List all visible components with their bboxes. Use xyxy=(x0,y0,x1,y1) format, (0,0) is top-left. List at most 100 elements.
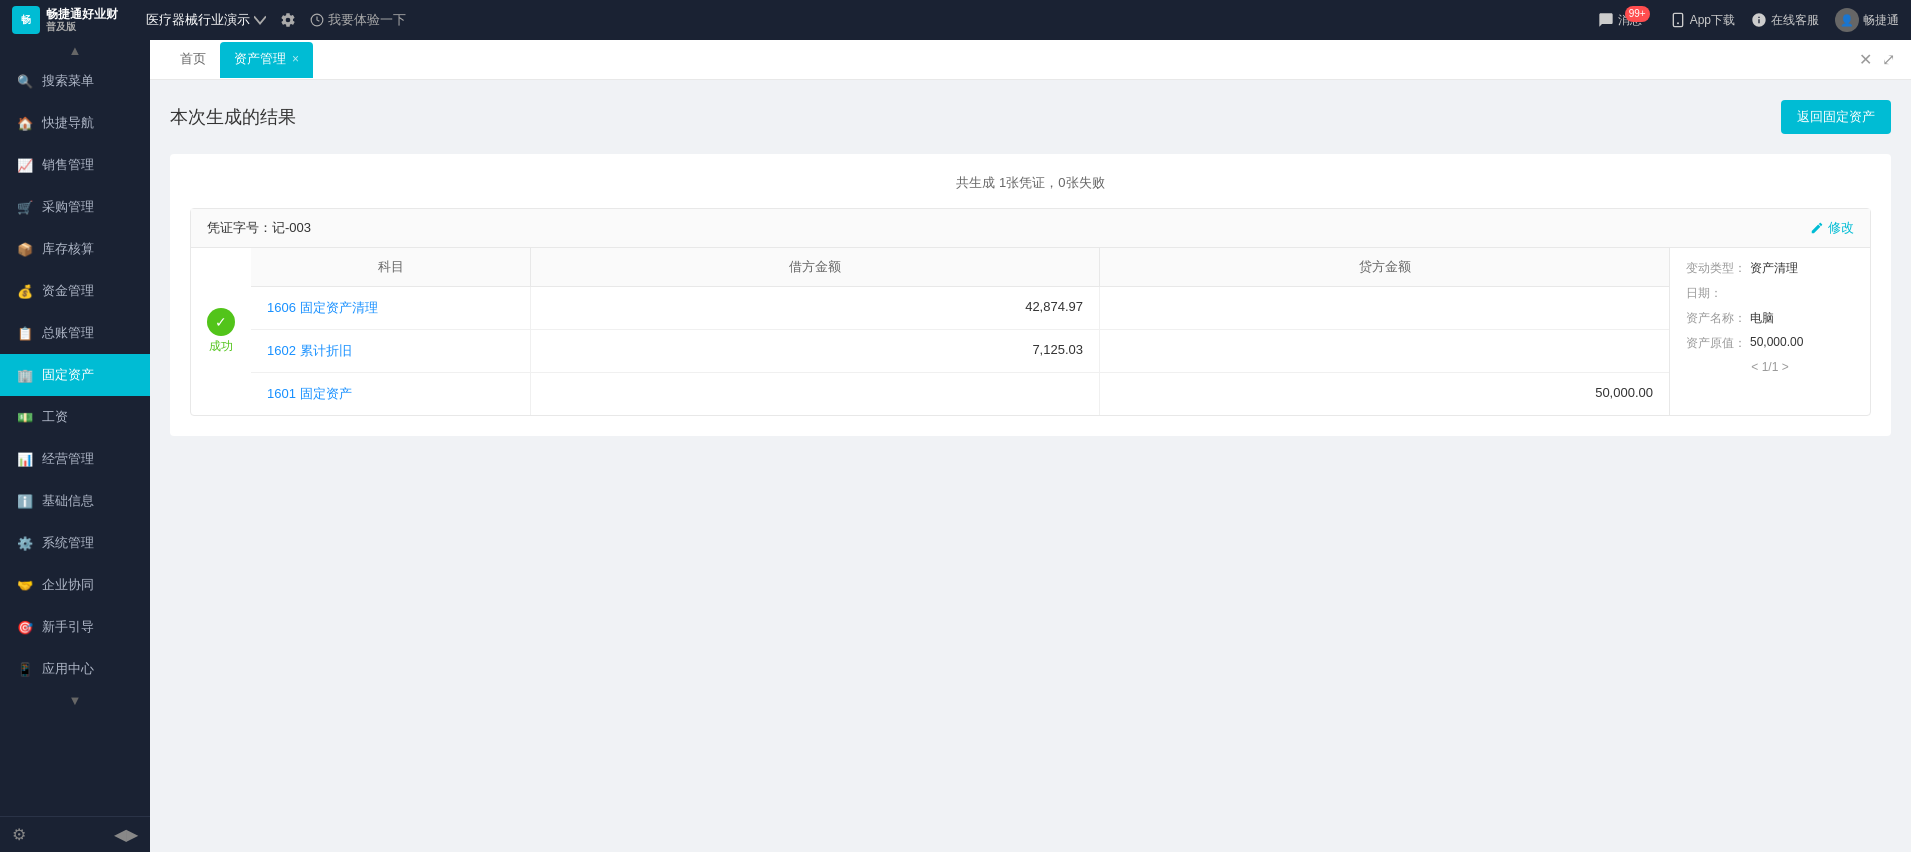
sidebar-item-sales[interactable]: 📈 销售管理 xyxy=(0,144,150,186)
sidebar-item-business[interactable]: 📊 经营管理 xyxy=(0,438,150,480)
experience-button[interactable]: 我要体验一下 xyxy=(310,11,406,29)
tab-active-label: 资产管理 xyxy=(234,50,286,68)
company-name: 医疗器械行业演示 xyxy=(146,11,250,29)
funds-icon: 💰 xyxy=(16,282,34,300)
sidebar-item-label: 工资 xyxy=(42,408,68,426)
logo-text: 畅捷通好业财 普及版 xyxy=(46,7,118,33)
tab-bar: 首页 资产管理 × ✕ ⤢ xyxy=(150,40,1911,80)
cooperation-icon: 🤝 xyxy=(16,576,34,594)
debit-cell xyxy=(531,373,1100,415)
table-row: 1606 固定资产清理 42,874.97 xyxy=(251,287,1669,330)
page-title-row: 本次生成的结果 返回固定资产 xyxy=(170,100,1891,134)
app-download-button[interactable]: App下载 xyxy=(1670,12,1735,29)
messages-badge: 99+ xyxy=(1625,6,1650,22)
page-title: 本次生成的结果 xyxy=(170,105,296,129)
sidebar-item-basics[interactable]: ℹ️ 基础信息 xyxy=(0,480,150,522)
user-area[interactable]: 👤 畅捷通 xyxy=(1835,8,1899,32)
sidebar-item-label: 企业协同 xyxy=(42,576,94,594)
tab-home-label: 首页 xyxy=(180,50,206,68)
sidebar-scroll-down[interactable]: ▼ xyxy=(0,690,150,710)
payroll-icon: 💵 xyxy=(16,408,34,426)
svg-rect-1 xyxy=(1673,13,1682,26)
logo-title: 畅捷通好业财 xyxy=(46,7,118,21)
sidebar-item-ledger[interactable]: 📋 总账管理 xyxy=(0,312,150,354)
debit-cell: 7,125.03 xyxy=(531,330,1100,372)
sidebar-item-app-center[interactable]: 📱 应用中心 xyxy=(0,648,150,690)
table-row: 1601 固定资产 50,000.00 xyxy=(251,373,1669,415)
sidebar-item-inventory[interactable]: 📦 库存核算 xyxy=(0,228,150,270)
edit-button[interactable]: 修改 xyxy=(1810,219,1854,237)
sidebar-item-quick-nav[interactable]: 🏠 快捷导航 xyxy=(0,102,150,144)
sidebar-item-fixed-assets[interactable]: 🏢 固定资产 xyxy=(0,354,150,396)
sidebar-item-search[interactable]: 🔍 搜索菜单 xyxy=(0,60,150,102)
sidebar-item-label: 搜索菜单 xyxy=(42,72,94,90)
asset-name-value: 电脑 xyxy=(1750,310,1774,327)
subject-cell[interactable]: 1601 固定资产 xyxy=(251,373,531,415)
success-label: 成功 xyxy=(209,338,233,355)
header-right: 消息 99+ App下载 在线客服 👤 畅捷通 xyxy=(1598,8,1899,32)
sidebar-item-label: 新手引导 xyxy=(42,618,94,636)
messages-button[interactable]: 消息 99+ xyxy=(1598,12,1642,29)
sidebar-scroll-up[interactable]: ▲ xyxy=(0,40,150,60)
sidebar-item-label: 经营管理 xyxy=(42,450,94,468)
edit-label: 修改 xyxy=(1828,219,1854,237)
subject-cell[interactable]: 1602 累计折旧 xyxy=(251,330,531,372)
svg-point-2 xyxy=(1677,22,1679,24)
company-selector[interactable]: 医疗器械行业演示 xyxy=(146,11,266,29)
online-service-button[interactable]: 在线客服 xyxy=(1751,12,1819,29)
sidebar-item-purchase[interactable]: 🛒 采购管理 xyxy=(0,186,150,228)
main-layout: ▲ 🔍 搜索菜单 🏠 快捷导航 📈 销售管理 🛒 采购管理 📦 库存核算 💰 资… xyxy=(0,40,1911,852)
top-header: 畅 畅捷通好业财 普及版 医疗器械行业演示 我要体验一下 消息 99+ App下… xyxy=(0,0,1911,40)
sidebar-item-label: 快捷导航 xyxy=(42,114,94,132)
result-container: 共生成 1张凭证，0张失败 凭证字号：记-003 修改 xyxy=(170,154,1891,436)
experience-label: 我要体验一下 xyxy=(328,11,406,29)
sidebar-item-system[interactable]: ⚙️ 系统管理 xyxy=(0,522,150,564)
logo-icon: 畅 xyxy=(12,6,40,34)
chevron-down-icon xyxy=(254,14,266,26)
voucher-main: ✓ 成功 科目 借方金额 贷方金额 xyxy=(191,248,1670,415)
panel-pagination[interactable]: < 1/1 > xyxy=(1686,360,1854,374)
asset-original-label: 资产原值： xyxy=(1686,335,1746,352)
sidebar-item-label: 固定资产 xyxy=(42,366,94,384)
voucher-table: 科目 借方金额 贷方金额 1606 固定资产清理 42,874.97 xyxy=(251,248,1670,415)
sidebar-item-label: 销售管理 xyxy=(42,156,94,174)
credit-cell: 50,000.00 xyxy=(1100,373,1669,415)
asset-name-label: 资产名称： xyxy=(1686,310,1746,327)
home-icon: 🏠 xyxy=(16,114,34,132)
sidebar-item-funds[interactable]: 💰 资金管理 xyxy=(0,270,150,312)
back-to-fixed-assets-button[interactable]: 返回固定资产 xyxy=(1781,100,1891,134)
asset-original-value: 50,000.00 xyxy=(1750,335,1803,349)
voucher-right-panel: 变动类型： 资产清理 日期： 资产名称： 电脑 xyxy=(1670,248,1870,415)
sidebar-collapse-icon[interactable]: ◀▶ xyxy=(114,825,138,844)
status-column: ✓ 成功 xyxy=(191,248,251,415)
table-row: 1602 累计折旧 7,125.03 xyxy=(251,330,1669,373)
logo-area: 畅 畅捷通好业财 普及版 xyxy=(12,6,118,34)
voucher-body: ✓ 成功 科目 借方金额 贷方金额 xyxy=(191,248,1870,415)
voucher-card: 凭证字号：记-003 修改 ✓ 成功 xyxy=(190,208,1871,416)
settings-icon[interactable] xyxy=(274,6,302,34)
subject-cell[interactable]: 1606 固定资产清理 xyxy=(251,287,531,329)
sidebar-item-payroll[interactable]: 💵 工资 xyxy=(0,396,150,438)
avatar: 👤 xyxy=(1835,8,1859,32)
business-icon: 📊 xyxy=(16,450,34,468)
tab-asset-management[interactable]: 资产管理 × xyxy=(220,42,313,78)
close-icon[interactable]: ✕ xyxy=(1859,50,1872,69)
sidebar-item-label: 总账管理 xyxy=(42,324,94,342)
sidebar-item-guide[interactable]: 🎯 新手引导 xyxy=(0,606,150,648)
sidebar-item-cooperation[interactable]: 🤝 企业协同 xyxy=(0,564,150,606)
search-icon: 🔍 xyxy=(16,72,34,90)
date-label: 日期： xyxy=(1686,285,1722,302)
tab-close-icon[interactable]: × xyxy=(292,52,299,66)
expand-icon[interactable]: ⤢ xyxy=(1882,50,1895,69)
credit-cell xyxy=(1100,330,1669,372)
change-type-label: 变动类型： xyxy=(1686,260,1746,277)
app-download-label: App下载 xyxy=(1690,12,1735,29)
sidebar-settings-icon[interactable]: ⚙ xyxy=(12,825,26,844)
ledger-icon: 📋 xyxy=(16,324,34,342)
success-icon: ✓ xyxy=(207,308,235,336)
header-left: 畅 畅捷通好业财 普及版 医疗器械行业演示 我要体验一下 xyxy=(12,6,406,34)
credit-cell xyxy=(1100,287,1669,329)
change-type-row: 变动类型： 资产清理 xyxy=(1686,260,1854,277)
sidebar-item-label: 采购管理 xyxy=(42,198,94,216)
tab-home[interactable]: 首页 xyxy=(166,42,220,78)
